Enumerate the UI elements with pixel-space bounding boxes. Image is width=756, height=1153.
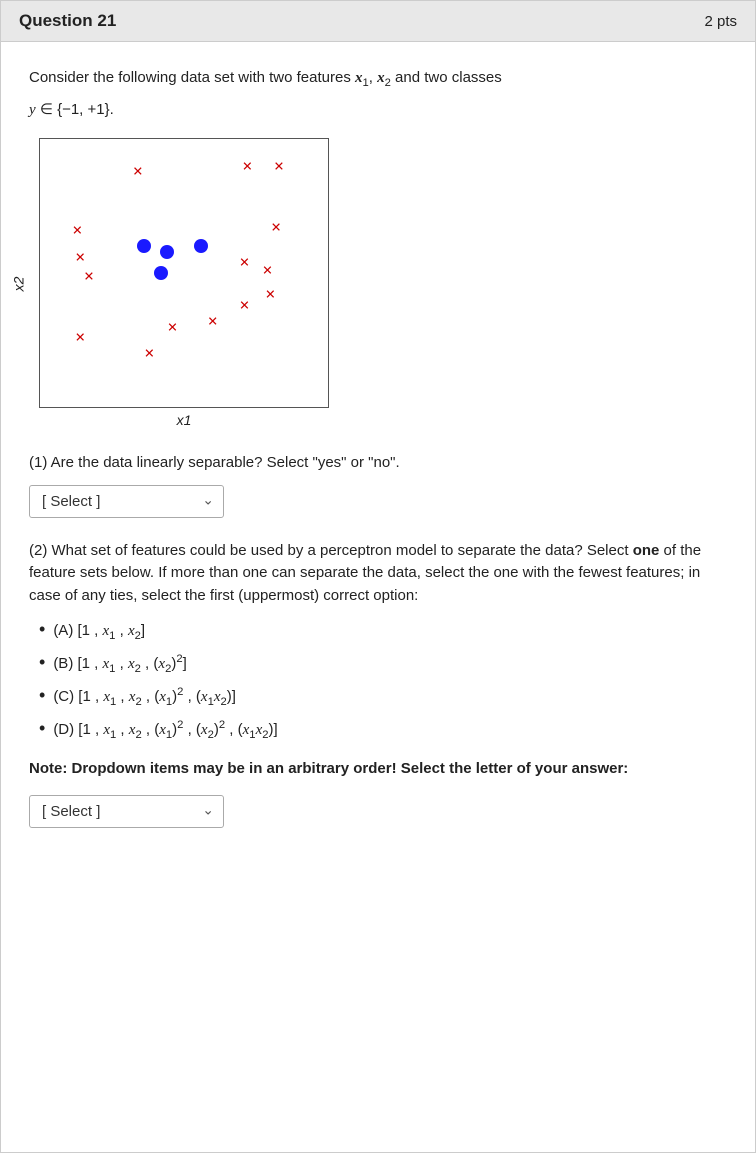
red-x-8: × <box>239 253 249 271</box>
blue-dot-3 <box>154 266 168 280</box>
red-x-15: × <box>265 285 275 303</box>
q2-bold-one: one <box>633 542 660 559</box>
question-card: Question 21 2 pts Consider the following… <box>0 0 756 1153</box>
option-a-label: (A) [1 , x1 , x2] <box>53 619 145 645</box>
question2-select[interactable]: [ Select ] A B C D <box>29 795 224 828</box>
red-x-13: × <box>208 312 218 330</box>
option-b: • (B) [1 , x1 , x2 , (x2)2] <box>39 650 727 678</box>
y-axis-label: x2 <box>10 277 26 292</box>
red-x-5: × <box>75 248 85 266</box>
option-c-label: (C) [1 , x1 , x2 , (x1)2 , (x1x2)] <box>53 683 236 711</box>
red-x-11: × <box>167 318 177 336</box>
bullet-b-dot: • <box>39 653 45 671</box>
blue-dot-1 <box>137 239 151 253</box>
bullet-c-dot: • <box>39 686 45 704</box>
option-d-label: (D) [1 , x1 , x2 , (x1)2 , (x2)2 , (x1x2… <box>53 716 277 744</box>
intro-paragraph: Consider the following data set with two… <box>29 66 727 92</box>
class-def: y ∈ {−1, +1}. <box>29 98 727 122</box>
red-x-12: × <box>144 344 154 362</box>
red-x-6: × <box>84 267 94 285</box>
question2-select-wrapper: [ Select ] A B C D ⌄ <box>29 795 224 828</box>
option-d: • (D) [1 , x1 , x2 , (x1)2 , (x2)2 , (x1… <box>39 716 727 744</box>
question-title: Question 21 <box>19 11 116 31</box>
blue-dot-4 <box>194 239 208 253</box>
question1-select[interactable]: [ Select ] yes no <box>29 485 224 518</box>
question-points: 2 pts <box>704 13 737 30</box>
sub-1: 1 <box>363 77 369 89</box>
x-axis-label: x1 <box>177 412 192 428</box>
y-def: y <box>29 102 36 118</box>
red-x-2: × <box>242 157 252 175</box>
red-x-10: × <box>75 328 85 346</box>
red-x-14: × <box>239 296 249 314</box>
card-body: Consider the following data set with two… <box>1 42 755 858</box>
red-x-7: × <box>271 218 281 236</box>
card-header: Question 21 2 pts <box>1 1 755 42</box>
feature-options-list: • (A) [1 , x1 , x2] • (B) [1 , x1 , x2 ,… <box>39 619 727 744</box>
option-c: • (C) [1 , x1 , x2 , (x1)2 , (x1x2)] <box>39 683 727 711</box>
red-x-9: × <box>262 261 272 279</box>
note-text: Note: Dropdown items may be in an arbitr… <box>29 758 727 781</box>
feature-x1: x <box>355 70 363 86</box>
scatter-plot: × × × × × × × × × × × × × × <box>39 138 329 408</box>
option-a: • (A) [1 , x1 , x2] <box>39 619 727 645</box>
bullet-d-dot: • <box>39 719 45 737</box>
blue-dot-2 <box>160 245 174 259</box>
option-b-label: (B) [1 , x1 , x2 , (x2)2] <box>53 650 186 678</box>
question2-text: (2) What set of features could be used b… <box>29 540 727 608</box>
red-x-1: × <box>133 162 143 180</box>
plot-wrapper: x2 × × × × × × × × × × × <box>39 138 329 430</box>
sub-2: 2 <box>385 77 391 89</box>
question1-select-wrapper: [ Select ] yes no ⌄ <box>29 485 224 518</box>
red-x-4: × <box>72 221 82 239</box>
bullet-a-dot: • <box>39 620 45 638</box>
feature-x2: x <box>377 70 385 86</box>
question1-text: (1) Are the data linearly separable? Sel… <box>29 452 727 475</box>
red-x-3: × <box>274 157 284 175</box>
